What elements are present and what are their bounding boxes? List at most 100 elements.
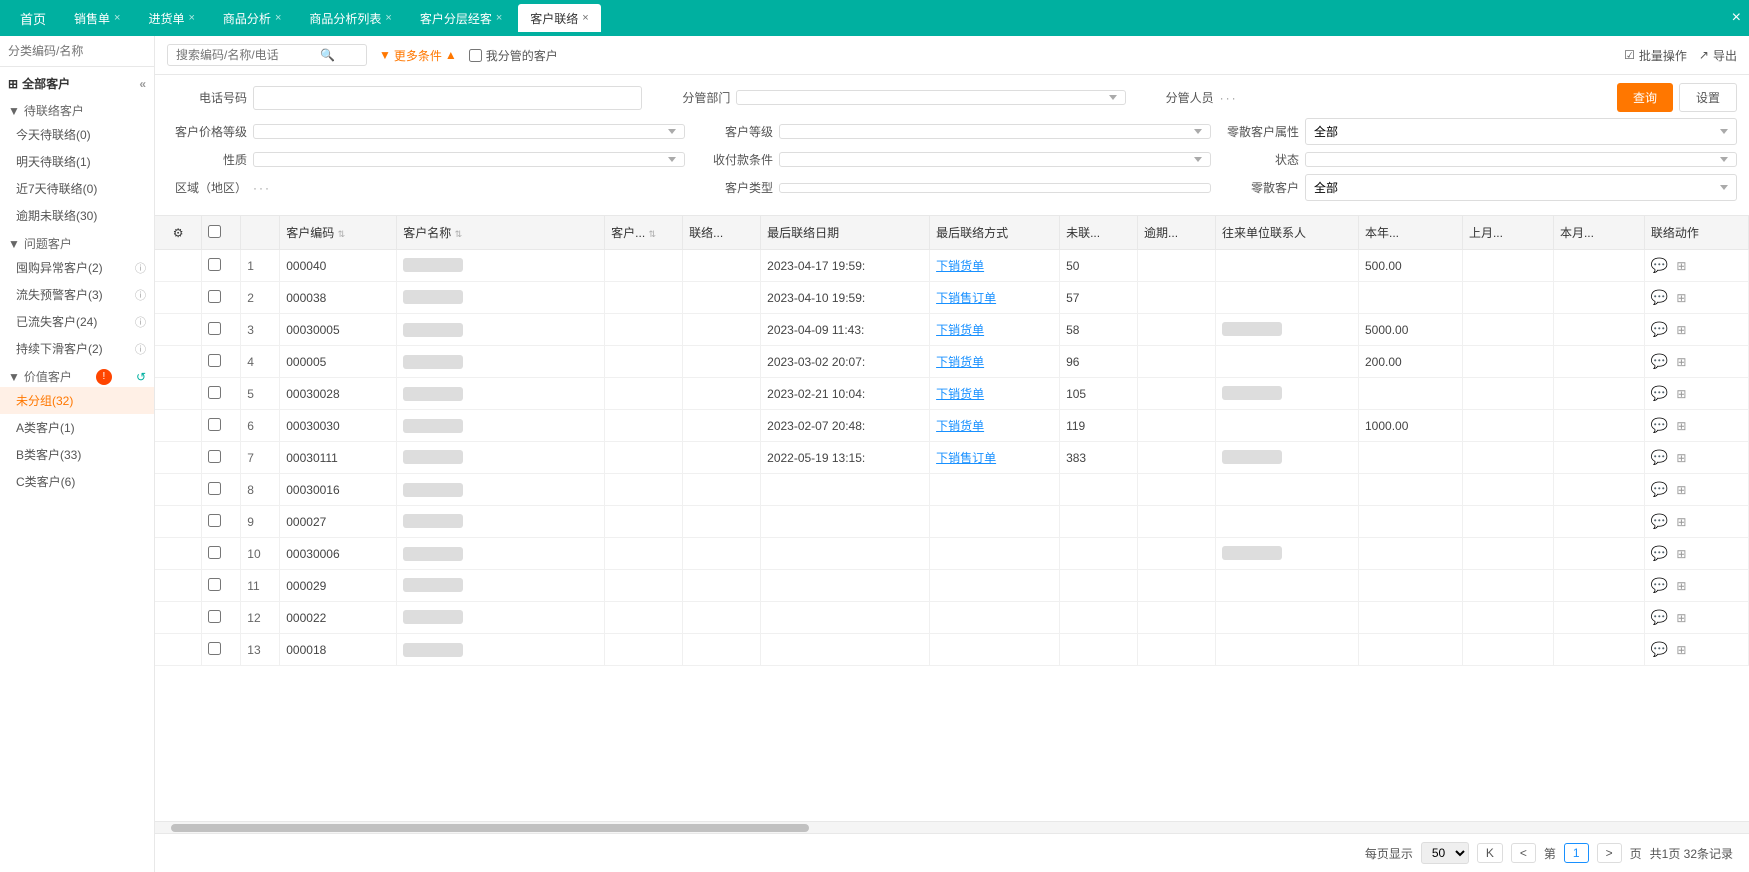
chat-icon[interactable]: 💬 [1651, 577, 1668, 594]
row-checkbox[interactable] [208, 290, 221, 303]
grid-action-icon[interactable]: ⊞ [1676, 387, 1686, 401]
col-overdue[interactable]: 逾期... [1138, 216, 1216, 250]
row-last-method[interactable]: 下销货单 [930, 378, 1060, 410]
row-checkbox-cell[interactable] [202, 570, 241, 602]
close-icon-purchase[interactable]: × [188, 12, 194, 24]
filter-select-customer-type[interactable] [779, 183, 1211, 193]
chat-icon[interactable]: 💬 [1651, 449, 1668, 466]
chat-icon[interactable]: 💬 [1651, 353, 1668, 370]
last-method-link[interactable]: 下销货单 [936, 387, 984, 401]
nav-item-customer-seg[interactable]: 客户分层经客 × [408, 4, 514, 32]
sidebar-item-overdue[interactable]: 逾期未联络(30) [0, 202, 154, 229]
row-checkbox[interactable] [208, 546, 221, 559]
sidebar-search-input[interactable] [8, 44, 155, 58]
nav-item-customer-contact[interactable]: 客户联络 × [518, 4, 600, 32]
grid-action-icon[interactable]: ⊞ [1676, 643, 1686, 657]
chat-icon[interactable]: 💬 [1651, 417, 1668, 434]
nav-item-purchase[interactable]: 进货单 × [136, 4, 206, 32]
last-method-link[interactable]: 下销货单 [936, 355, 984, 369]
last-method-link[interactable]: 下销售订单 [936, 291, 996, 305]
sidebar-item-c-class[interactable]: C类客户(6) [0, 468, 154, 495]
row-checkbox[interactable] [208, 514, 221, 527]
chat-icon[interactable]: 💬 [1651, 513, 1668, 530]
sidebar-item-today[interactable]: 今天待联络(0) [0, 121, 154, 148]
col-last-month[interactable]: 上月... [1462, 216, 1553, 250]
filter-select-dept[interactable] [736, 90, 1125, 105]
col-name[interactable]: 客户名称 ⇅ [397, 216, 605, 250]
select-all-checkbox[interactable] [208, 225, 221, 238]
col-this-year[interactable]: 本年... [1359, 216, 1463, 250]
last-method-link[interactable]: 下销货单 [936, 259, 984, 273]
filter-select-level[interactable] [779, 124, 1211, 139]
sidebar-item-a-class[interactable]: A类客户(1) [0, 414, 154, 441]
chat-icon[interactable]: 💬 [1651, 481, 1668, 498]
grid-action-icon[interactable]: ⊞ [1676, 579, 1686, 593]
col-type[interactable]: 客户... ⇅ [605, 216, 683, 250]
scrollbar-thumb[interactable] [171, 824, 809, 832]
filter-search-input[interactable] [176, 48, 316, 62]
close-icon-sales[interactable]: × [114, 12, 120, 24]
collapse-icon[interactable]: « [139, 77, 146, 91]
grid-action-icon[interactable]: ⊞ [1676, 419, 1686, 433]
chat-icon[interactable]: 💬 [1651, 289, 1668, 306]
row-checkbox-cell[interactable] [202, 346, 241, 378]
row-checkbox[interactable] [208, 386, 221, 399]
row-checkbox-cell[interactable] [202, 250, 241, 282]
col-last-date[interactable]: 最后联络日期 [761, 216, 930, 250]
nav-item-analysis[interactable]: 商品分析 × [211, 4, 293, 32]
col-last-method[interactable]: 最后联络方式 [930, 216, 1060, 250]
col-unit-contact[interactable]: 往来单位联系人 [1216, 216, 1359, 250]
row-checkbox[interactable] [208, 450, 221, 463]
row-checkbox[interactable] [208, 418, 221, 431]
last-method-link[interactable]: 下销货单 [936, 419, 984, 433]
filter-input-phone[interactable] [253, 86, 642, 110]
nav-item-sales[interactable]: 销售单 × [62, 4, 132, 32]
my-customers-filter[interactable]: 我分管的客户 [469, 47, 558, 64]
row-last-method[interactable] [930, 602, 1060, 634]
row-checkbox[interactable] [208, 578, 221, 591]
first-page-btn[interactable]: K [1477, 843, 1503, 863]
col-this-month[interactable]: 本月... [1553, 216, 1644, 250]
grid-action-icon[interactable]: ⊞ [1676, 515, 1686, 529]
sidebar-item-warning[interactable]: 流失预警客户(3) ⓘ [0, 281, 154, 308]
reload-icon[interactable]: ↺ [136, 370, 146, 384]
row-checkbox[interactable] [208, 354, 221, 367]
row-checkbox-cell[interactable] [202, 282, 241, 314]
row-checkbox-cell[interactable] [202, 314, 241, 346]
row-checkbox-cell[interactable] [202, 634, 241, 666]
grid-action-icon[interactable]: ⊞ [1676, 547, 1686, 561]
grid-action-icon[interactable]: ⊞ [1676, 323, 1686, 337]
close-all-button[interactable]: × [1732, 9, 1741, 27]
sidebar-item-b-class[interactable]: B类客户(33) [0, 441, 154, 468]
filter-select-nature[interactable] [253, 152, 685, 167]
all-customers-header[interactable]: ⊞ 全部客户 « [0, 67, 154, 96]
next-page-btn[interactable]: > [1597, 843, 1622, 863]
query-button[interactable]: 查询 [1617, 83, 1673, 112]
sidebar-item-abnormal[interactable]: 囤购异常客户(2) ⓘ [0, 254, 154, 281]
filter-select-retail[interactable]: 全部 [1305, 174, 1737, 201]
sidebar-item-7days[interactable]: 近7天待联络(0) [0, 175, 154, 202]
more-filters-btn[interactable]: ▼ 更多条件 ▲ [379, 47, 457, 64]
col-no-contact[interactable]: 未联... [1060, 216, 1138, 250]
row-checkbox-cell[interactable] [202, 538, 241, 570]
row-last-method[interactable]: 下销售订单 [930, 282, 1060, 314]
chat-icon[interactable]: 💬 [1651, 257, 1668, 274]
row-last-method[interactable] [930, 634, 1060, 666]
grid-action-icon[interactable]: ⊞ [1676, 483, 1686, 497]
chat-icon[interactable]: 💬 [1651, 609, 1668, 626]
col-checkbox[interactable] [202, 216, 241, 250]
row-checkbox-cell[interactable] [202, 378, 241, 410]
filter-select-retail-attr[interactable]: 全部 [1305, 118, 1737, 145]
row-checkbox[interactable] [208, 642, 221, 655]
row-checkbox[interactable] [208, 258, 221, 271]
horizontal-scrollbar[interactable] [155, 821, 1749, 833]
my-customers-checkbox[interactable] [469, 49, 482, 62]
col-code[interactable]: 客户编码 ⇅ [280, 216, 397, 250]
prev-page-btn[interactable]: < [1511, 843, 1536, 863]
grid-action-icon[interactable]: ⊞ [1676, 355, 1686, 369]
nav-item-analysis-list[interactable]: 商品分析列表 × [297, 4, 403, 32]
row-last-method[interactable] [930, 570, 1060, 602]
row-checkbox-cell[interactable] [202, 410, 241, 442]
row-last-method[interactable]: 下销货单 [930, 346, 1060, 378]
filter-search-box[interactable]: 🔍 [167, 44, 367, 66]
